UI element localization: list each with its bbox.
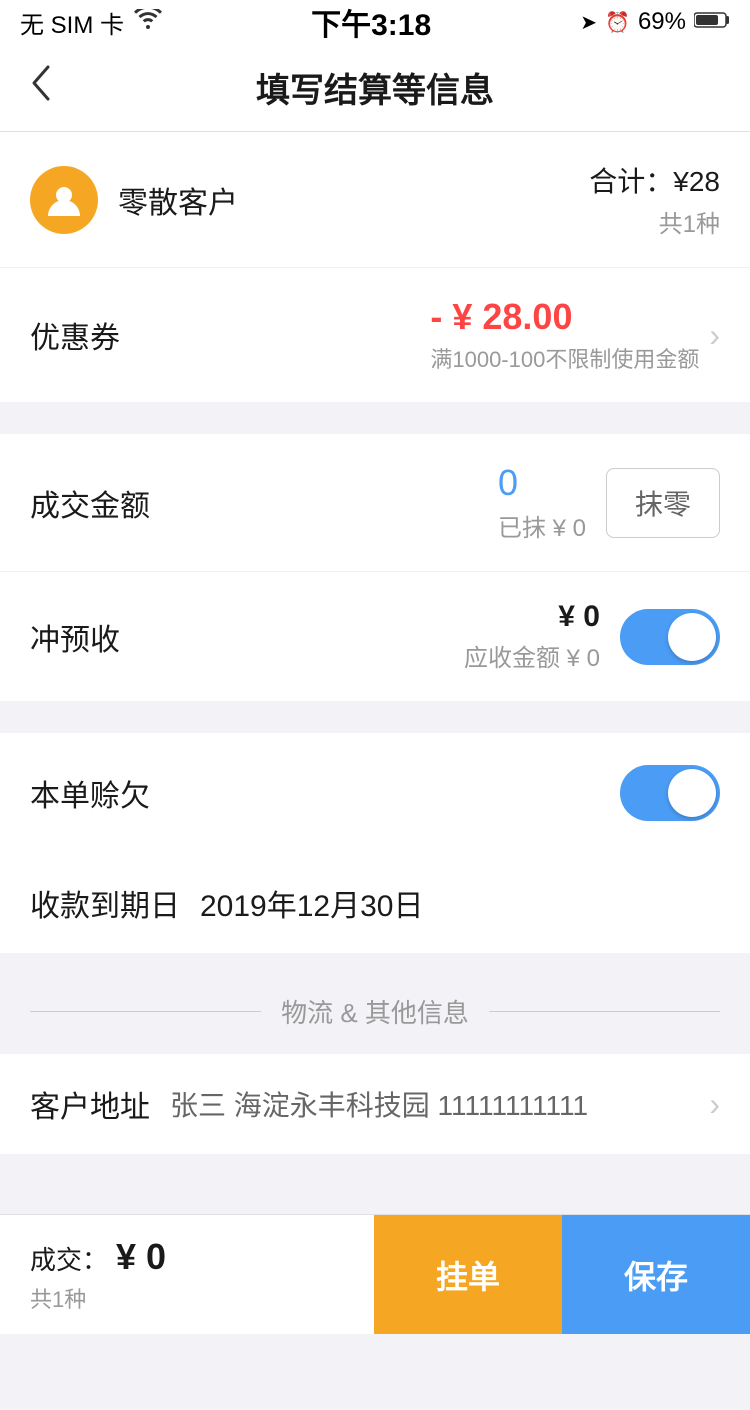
debt-row: 本单赊欠 xyxy=(0,733,750,853)
back-button[interactable] xyxy=(28,63,52,113)
bottom-amount: ¥ 0 xyxy=(116,1236,166,1278)
wifi-icon xyxy=(134,8,162,36)
coupon-amount: - ¥ 28.00 xyxy=(430,296,699,338)
debt-toggle[interactable] xyxy=(620,765,720,821)
pre-collect-toggle[interactable] xyxy=(620,609,720,665)
bottom-count: 共1种 xyxy=(30,1282,344,1314)
chevron-right-icon: › xyxy=(709,317,720,354)
pre-collect-sub: 应收金额 ¥ 0 xyxy=(464,638,600,673)
separator-2 xyxy=(0,717,750,733)
due-date-row: 收款到期日 2019年12月30日 xyxy=(0,853,750,953)
pre-collect-right: ¥ 0 应收金额 ¥ 0 xyxy=(464,600,720,673)
hold-button[interactable]: 挂单 xyxy=(374,1215,562,1334)
total-label: 合计：¥28 xyxy=(589,160,720,200)
status-left: 无 SIM 卡 xyxy=(20,5,162,40)
transaction-label: 成交金额 xyxy=(30,481,150,525)
pre-collect-main: ¥ 0 xyxy=(464,600,600,634)
battery-icon xyxy=(694,8,730,36)
page-title: 填写结算等信息 xyxy=(256,63,494,112)
bottom-label: 成交： xyxy=(30,1240,108,1277)
status-time: 下午3:18 xyxy=(311,0,431,44)
address-section: 客户地址 张三 海淀永丰科技园 11111111111 › xyxy=(0,1054,750,1154)
debt-label: 本单赊欠 xyxy=(30,771,150,815)
avatar xyxy=(30,166,98,234)
location-icon: ➤ xyxy=(580,10,597,35)
due-date-label: 收款到期日 xyxy=(30,881,180,925)
debt-section: 本单赊欠 收款到期日 2019年12月30日 xyxy=(0,733,750,953)
coupon-desc: 满1000-100不限制使用金额 xyxy=(430,342,699,374)
address-row[interactable]: 客户地址 张三 海淀永丰科技园 11111111111 › xyxy=(0,1054,750,1154)
bottom-summary-top: 成交： ¥ 0 xyxy=(30,1236,344,1278)
transaction-value[interactable]: 0 xyxy=(498,462,586,504)
address-chevron-icon: › xyxy=(709,1086,720,1123)
status-bar: 无 SIM 卡 下午3:18 ➤ ⏰ 69% xyxy=(0,0,750,44)
sim-text: 无 SIM 卡 xyxy=(20,5,124,40)
customer-row: 零散客户 合计：¥28 共1种 xyxy=(0,132,750,267)
nav-bar: 填写结算等信息 xyxy=(0,44,750,132)
total-sub: 共1种 xyxy=(589,204,720,239)
address-value: 张三 海淀永丰科技园 11111111111 xyxy=(170,1084,709,1124)
transaction-row: 成交金额 0 已抹 ¥ 0 抹零 xyxy=(0,434,750,572)
bottom-bar: 成交： ¥ 0 共1种 挂单 保存 xyxy=(0,1214,750,1334)
coupon-right: - ¥ 28.00 满1000-100不限制使用金额 › xyxy=(430,296,720,374)
divider-line-right xyxy=(489,1011,720,1012)
pre-collect-amount: ¥ 0 应收金额 ¥ 0 xyxy=(464,600,600,673)
pre-collect-label: 冲预收 xyxy=(30,615,120,659)
bottom-summary: 成交： ¥ 0 共1种 xyxy=(0,1215,374,1334)
coupon-label: 优惠券 xyxy=(30,313,120,357)
logistics-divider: 物流 & 其他信息 xyxy=(0,969,750,1054)
milling-button[interactable]: 抹零 xyxy=(606,468,720,538)
save-button[interactable]: 保存 xyxy=(562,1215,750,1334)
pre-collect-row: 冲预收 ¥ 0 应收金额 ¥ 0 xyxy=(0,572,750,701)
alarm-icon: ⏰ xyxy=(605,10,630,35)
transaction-sub: 已抹 ¥ 0 xyxy=(498,508,586,543)
customer-name: 零散客户 xyxy=(118,178,238,222)
status-right: ➤ ⏰ 69% xyxy=(580,8,730,36)
due-date-value[interactable]: 2019年12月30日 xyxy=(200,881,423,925)
transaction-section: 成交金额 0 已抹 ¥ 0 抹零 冲预收 ¥ 0 应收金额 ¥ 0 xyxy=(0,434,750,701)
customer-left: 零散客户 xyxy=(30,166,238,234)
logistics-label: 物流 & 其他信息 xyxy=(281,993,469,1030)
coupon-row[interactable]: 优惠券 - ¥ 28.00 满1000-100不限制使用金额 › xyxy=(0,267,750,402)
customer-right: 合计：¥28 共1种 xyxy=(589,160,720,239)
separator-1 xyxy=(0,418,750,434)
transaction-right: 0 已抹 ¥ 0 抹零 xyxy=(498,462,720,543)
battery-level: 69% xyxy=(638,8,686,36)
customer-section: 零散客户 合计：¥28 共1种 优惠券 - ¥ 28.00 满1000-100不… xyxy=(0,132,750,402)
address-label: 客户地址 xyxy=(30,1082,150,1126)
divider-line-left xyxy=(30,1011,261,1012)
